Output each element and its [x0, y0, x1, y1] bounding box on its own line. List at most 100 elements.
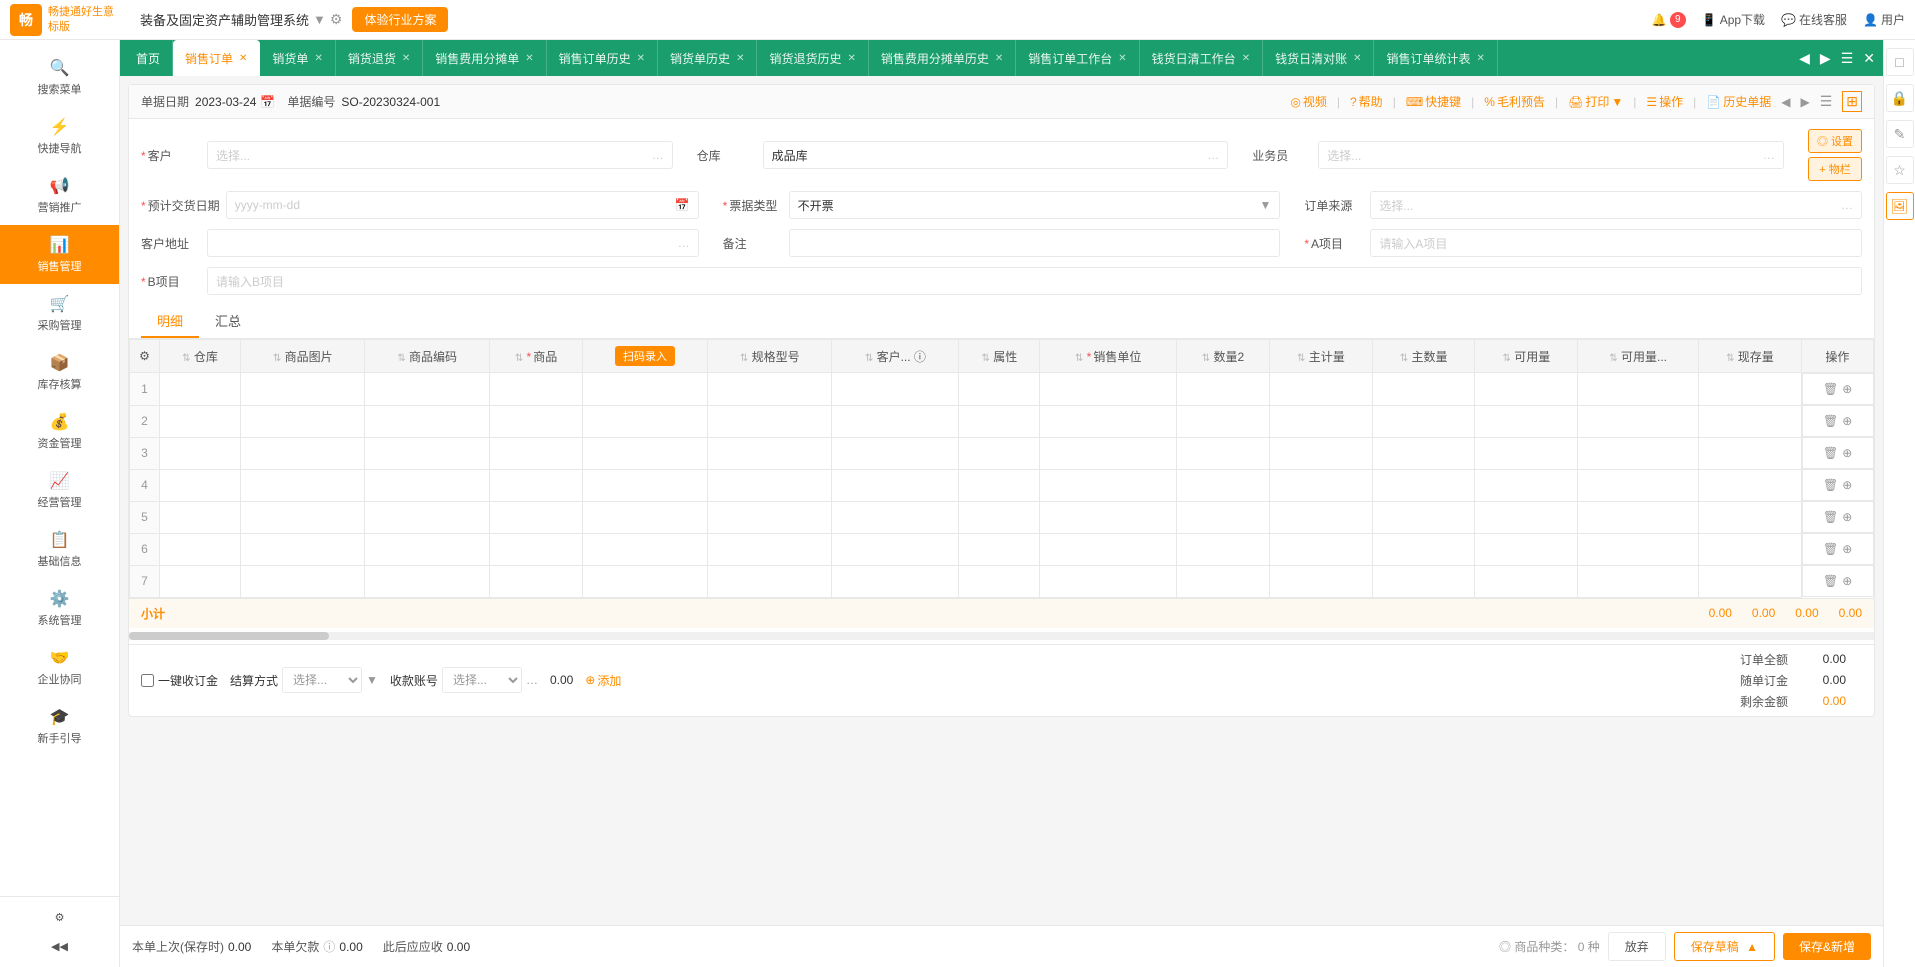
tab-order-stats[interactable]: 销售订单统计表 ✕	[1374, 40, 1497, 76]
tab-close-expense-history[interactable]: ✕	[995, 53, 1003, 64]
sidebar-item-baseinfo[interactable]: 📋 基础信息	[0, 520, 119, 579]
profit-btn[interactable]: % 毛利预告	[1484, 93, 1545, 110]
tab-home[interactable]: 首页	[124, 40, 173, 76]
row-copy-icon[interactable]: ⊕	[1842, 478, 1852, 492]
right-icon-star[interactable]: ☆	[1886, 156, 1914, 184]
row-delete-icon[interactable]: 🗑	[1823, 382, 1838, 396]
one-key-checkbox[interactable]	[141, 674, 154, 687]
sidebar-item-settings[interactable]: ⚙	[0, 905, 119, 930]
tab-expense[interactable]: 销售费用分摊单 ✕	[423, 40, 546, 76]
row-copy-icon[interactable]: ⊕	[1842, 510, 1852, 524]
tab-detail[interactable]: 明细	[141, 305, 199, 338]
address-input[interactable]: …	[207, 229, 699, 257]
row-delete-icon[interactable]: 🗑	[1823, 574, 1838, 588]
tab-summary[interactable]: 汇总	[199, 305, 257, 338]
tab-close-return[interactable]: ✕	[402, 53, 410, 64]
add-payment-btn[interactable]: ⊕ 添加	[585, 672, 621, 689]
tab-invoice-history[interactable]: 销货单历史 ✕	[658, 40, 757, 76]
right-icon-image[interactable]: 🖼	[1886, 192, 1914, 220]
tabs-close-all[interactable]: ✕	[1859, 50, 1879, 67]
history-next[interactable]: ▶	[1800, 95, 1809, 109]
sidebar-item-inventory[interactable]: 📦 库存核算	[0, 343, 119, 402]
right-icon-edit[interactable]: ✎	[1886, 120, 1914, 148]
tab-close-order-stats[interactable]: ✕	[1477, 53, 1485, 64]
scrollbar-thumb[interactable]	[129, 632, 329, 640]
tab-order-history[interactable]: 销售订单历史 ✕	[547, 40, 658, 76]
row-delete-icon[interactable]: 🗑	[1823, 414, 1838, 428]
print-btn[interactable]: 🖨 打印 ▼	[1568, 93, 1623, 110]
account-select[interactable]: 选择...	[442, 667, 522, 693]
notes-input[interactable]	[789, 229, 1281, 257]
settlement-select[interactable]: 选择...	[282, 667, 362, 693]
a-project-input[interactable]: 请输入A项目	[1370, 229, 1862, 257]
row-delete-icon[interactable]: 🗑	[1823, 510, 1838, 524]
tab-order-workbench[interactable]: 销售订单工作台 ✕	[1016, 40, 1139, 76]
shortcut-btn[interactable]: ⌨ 快捷键	[1406, 93, 1461, 110]
app-download[interactable]: 📱 App下载	[1702, 11, 1765, 28]
history-btn[interactable]: 📄 历史单据	[1706, 93, 1771, 110]
tab-expense-history[interactable]: 销售费用分摊单历史 ✕	[869, 40, 1016, 76]
row-copy-icon[interactable]: ⊕	[1842, 382, 1852, 396]
customer-input[interactable]: 选择... …	[207, 141, 673, 169]
tabs-next-arrow[interactable]: ▶	[1816, 50, 1835, 67]
tab-close-daily-reconcile[interactable]: ✕	[1353, 53, 1361, 64]
tab-close-return-history[interactable]: ✕	[847, 53, 855, 64]
save-draft-arrow[interactable]: ▲	[1746, 940, 1758, 954]
sidebar-item-collab[interactable]: 🤝 企业协同	[0, 638, 119, 697]
tab-close-order-history[interactable]: ✕	[637, 53, 645, 64]
sidebar-item-search[interactable]: 🔍 搜索菜单	[0, 48, 119, 107]
settings-panel-btn[interactable]: ◎ 设置	[1808, 129, 1862, 153]
sidebar-item-purchase[interactable]: 🛒 采购管理	[0, 284, 119, 343]
sidebar-item-system[interactable]: ⚙️ 系统管理	[0, 579, 119, 638]
sidebar-item-quicknav[interactable]: ⚡ 快捷导航	[0, 107, 119, 166]
invoice-select[interactable]: 不开票 ▼	[789, 191, 1281, 219]
view-video-btn[interactable]: ◎ 视频	[1290, 93, 1327, 110]
sidebar-item-sales[interactable]: 📊 销售管理	[0, 225, 119, 284]
tab-sales-order[interactable]: 销售订单 ✕	[173, 40, 260, 76]
system-name-dropdown[interactable]: ▼	[313, 12, 326, 27]
tab-invoice[interactable]: 销货单 ✕	[260, 40, 335, 76]
row-copy-icon[interactable]: ⊕	[1842, 542, 1852, 556]
tab-close-sales-order[interactable]: ✕	[239, 53, 247, 64]
col-scan[interactable]: 扫码录入	[583, 340, 708, 373]
notification-icon[interactable]: 🔔 9	[1652, 12, 1686, 28]
online-service[interactable]: 💬 在线客服	[1781, 11, 1847, 28]
sidebar-item-management[interactable]: 📈 经营管理	[0, 461, 119, 520]
history-prev[interactable]: ◀	[1781, 95, 1790, 109]
tab-daily-workbench[interactable]: 钱货日清工作台 ✕	[1140, 40, 1263, 76]
tab-close-invoice-history[interactable]: ✕	[736, 53, 744, 64]
one-key-checkbox-label[interactable]: 一键收订金	[141, 672, 218, 689]
warehouse-input[interactable]: 成品库 …	[763, 141, 1229, 169]
view-mode-grid[interactable]: ⊞	[1842, 91, 1862, 112]
tab-close-daily-workbench[interactable]: ✕	[1242, 53, 1250, 64]
tabs-menu[interactable]: ☰	[1837, 50, 1858, 67]
settings-icon[interactable]: ⚙	[330, 11, 343, 28]
tab-return-history[interactable]: 销货退货历史 ✕	[757, 40, 868, 76]
sidebar-item-finance[interactable]: 💰 资金管理	[0, 402, 119, 461]
tabs-prev-arrow[interactable]: ◀	[1795, 50, 1814, 67]
order-source-input[interactable]: 选择... …	[1370, 191, 1862, 219]
row-delete-icon[interactable]: 🗑	[1823, 542, 1838, 556]
help-btn[interactable]: ? 帮助	[1350, 93, 1383, 110]
row-delete-icon[interactable]: 🗑	[1823, 446, 1838, 460]
tab-close-invoice[interactable]: ✕	[314, 53, 322, 64]
tab-close-order-workbench[interactable]: ✕	[1118, 53, 1126, 64]
row-copy-icon[interactable]: ⊕	[1842, 414, 1852, 428]
right-icon-lock[interactable]: 🔒	[1886, 84, 1914, 112]
user-avatar[interactable]: 👤 用户	[1863, 11, 1905, 28]
view-mode-list[interactable]: ☰	[1820, 93, 1833, 110]
scan-btn[interactable]: 扫码录入	[615, 346, 675, 366]
current-info-icon[interactable]: ⓘ	[323, 938, 335, 955]
tab-close-expense[interactable]: ✕	[525, 53, 533, 64]
table-scrollbar[interactable]	[129, 632, 1874, 640]
b-project-input[interactable]: 请输入B项目	[207, 267, 1862, 295]
operation-btn[interactable]: ☰ 操作	[1646, 93, 1683, 110]
right-icon-1[interactable]: □	[1886, 48, 1914, 76]
sidebar-item-collapse[interactable]: ◀◀	[0, 934, 119, 959]
calendar-icon[interactable]: 📅	[260, 95, 275, 109]
solution-button[interactable]: 体验行业方案	[352, 7, 448, 32]
sidebar-item-marketing[interactable]: 📢 营销推广	[0, 166, 119, 225]
calendar-delivery-icon[interactable]: 📅	[675, 198, 690, 212]
tab-daily-reconcile[interactable]: 钱货日清对账 ✕	[1263, 40, 1374, 76]
tab-return[interactable]: 销货退货 ✕	[336, 40, 423, 76]
